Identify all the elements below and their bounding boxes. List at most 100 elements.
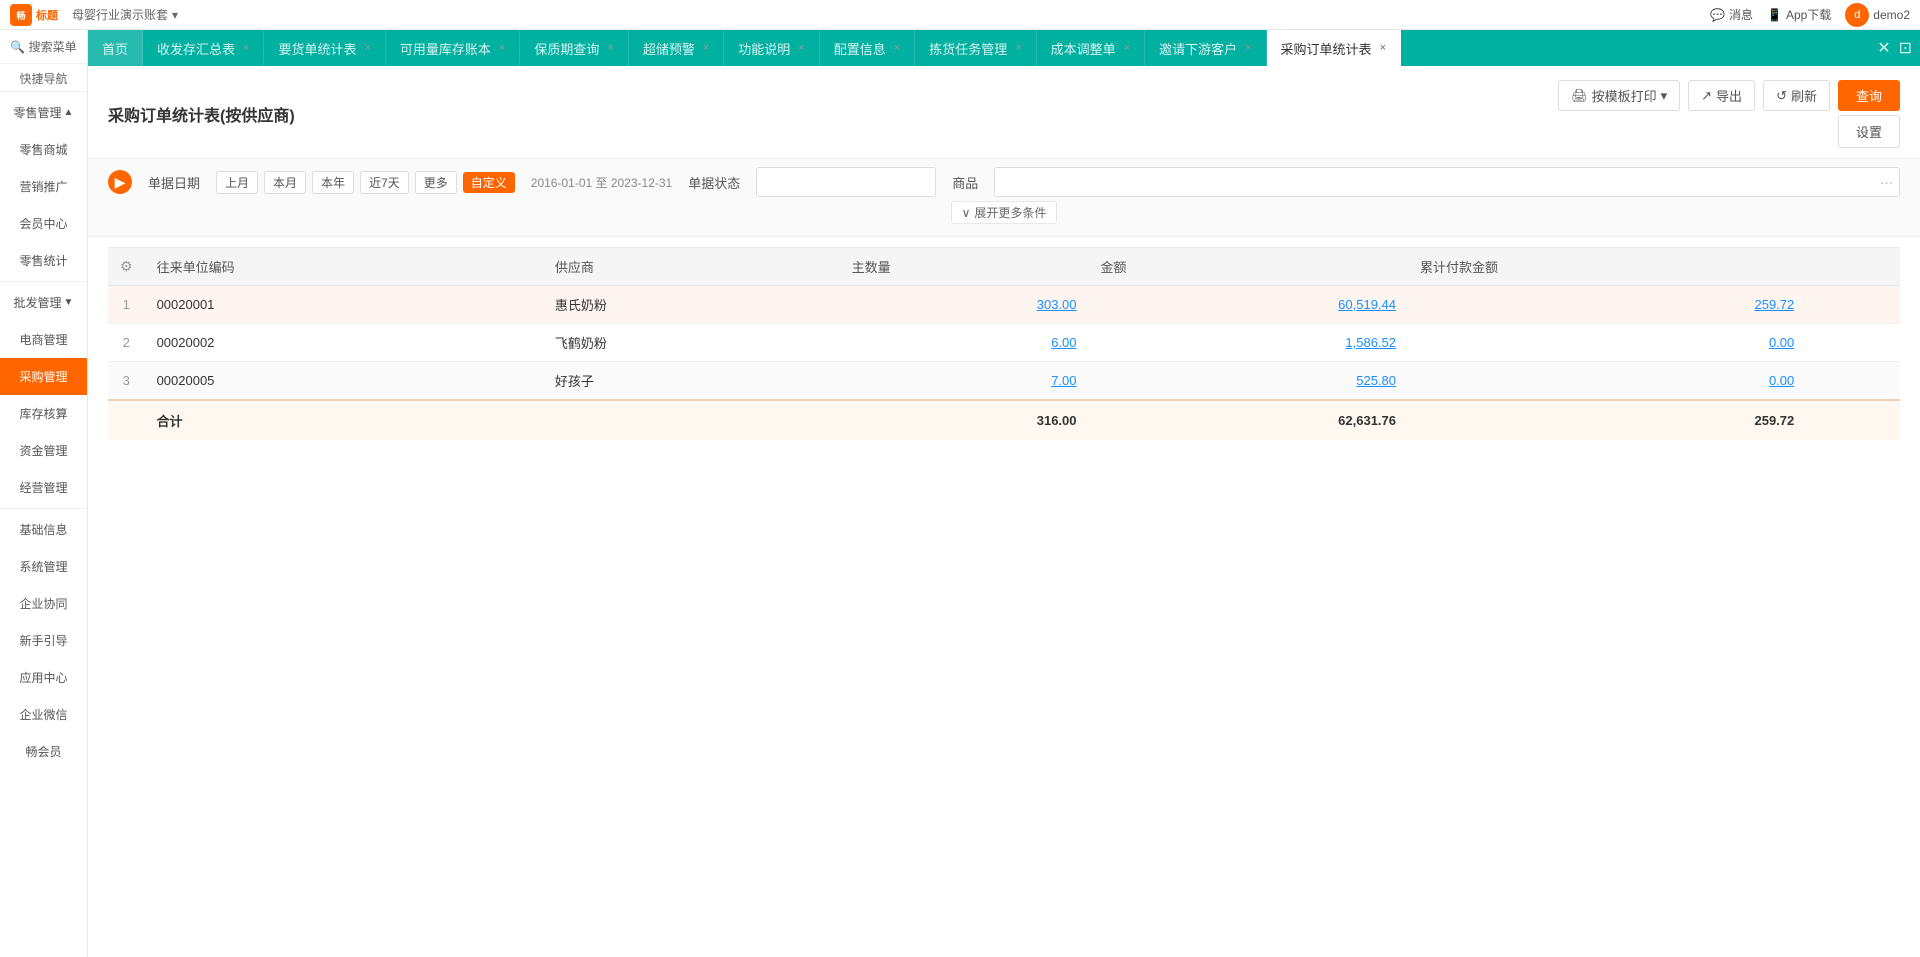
table-footer-row: 合计 316.00 62,631.76 259.72 — [108, 400, 1900, 440]
sidebar-item-member[interactable]: 会员中心 — [0, 205, 87, 242]
close-icon[interactable]: × — [703, 42, 709, 54]
close-icon[interactable]: × — [1380, 42, 1386, 54]
refresh-button[interactable]: ↺ 刷新 — [1763, 80, 1830, 111]
workspace-selector[interactable]: 母婴行业演示账套 ▾ — [66, 4, 184, 25]
sidebar-item-purchase[interactable]: 采购管理 — [0, 358, 87, 395]
sidebar-item-retail-stats[interactable]: 零售统计 — [0, 242, 87, 279]
row-amount[interactable]: 1,586.52 — [1089, 324, 1409, 362]
sidebar-item-promo[interactable]: 营销推广 — [0, 168, 87, 205]
tab-peizhi[interactable]: 配置信息 × — [820, 30, 915, 66]
sidebar-item-apps[interactable]: 应用中心 — [0, 659, 87, 696]
app-icon: 📱 — [1767, 8, 1782, 22]
export-button[interactable]: ↗ 导出 — [1688, 80, 1755, 111]
status-filter-input[interactable]: ▾ — [756, 167, 936, 197]
sidebar-divider — [0, 91, 87, 92]
sidebar-item-retail[interactable]: 零售管理 ▲ — [0, 94, 87, 131]
tab-gongneng[interactable]: 功能说明 × — [724, 30, 819, 66]
date-btn-this-month[interactable]: 本月 — [264, 171, 306, 194]
close-icon[interactable]: × — [1015, 42, 1021, 54]
row-qty[interactable]: 7.00 — [840, 362, 1089, 401]
tab-yaoqing[interactable]: 邀请下游客户 × — [1145, 30, 1266, 66]
refresh-icon: ↺ — [1776, 88, 1787, 104]
sidebar-item-finance[interactable]: 资金管理 — [0, 432, 87, 469]
tab-shoufahuiz[interactable]: 收发存汇总表 × — [143, 30, 264, 66]
sidebar-item-wechat[interactable]: 企业微信 — [0, 696, 87, 733]
close-icon[interactable]: × — [364, 42, 370, 54]
expand-conditions-button[interactable]: ∨ 展开更多条件 — [951, 201, 1058, 224]
sidebar-item-inventory[interactable]: 库存核算 — [0, 395, 87, 432]
date-btn-this-year[interactable]: 本年 — [312, 171, 354, 194]
row-supplier: 好孩子 — [543, 362, 840, 401]
date-btn-7days[interactable]: 近7天 — [360, 171, 409, 194]
app-download-button[interactable]: 📱 App下载 — [1767, 6, 1831, 23]
sidebar-item-label: 库存核算 — [19, 405, 67, 422]
row-amount[interactable]: 60,519.44 — [1089, 286, 1409, 324]
close-icon[interactable]: × — [1245, 42, 1251, 54]
close-icon[interactable]: × — [243, 42, 249, 54]
goods-more-icon[interactable]: ··· — [1874, 175, 1899, 190]
tab-chengben[interactable]: 成本调整单 × — [1037, 30, 1145, 66]
sidebar-item-basic[interactable]: 基础信息 — [0, 511, 87, 548]
date-btn-more[interactable]: 更多 — [415, 171, 457, 194]
goods-filter-input[interactable]: ··· — [994, 167, 1900, 197]
sidebar-item-newbie[interactable]: 新手引导 — [0, 622, 87, 659]
settings-button[interactable]: 设置 — [1838, 115, 1900, 148]
sidebar-item-ecommerce[interactable]: 电商管理 — [0, 321, 87, 358]
close-icon[interactable]: × — [499, 42, 505, 54]
row-paid[interactable]: 259.72 — [1408, 286, 1806, 324]
close-icon[interactable]: × — [1124, 42, 1130, 54]
date-range: 2016-01-01 至 2023-12-31 — [531, 174, 672, 191]
template-print-button[interactable]: 🖨 按模板打印 ▾ — [1558, 80, 1680, 111]
tab-zhenhuo[interactable]: 拣货任务管理 × — [915, 30, 1036, 66]
row-paid[interactable]: 0.00 — [1408, 324, 1806, 362]
tab-label: 拣货任务管理 — [929, 39, 1007, 58]
table-container: ⚙ 往来单位编码 供应商 主数量 金额 累计付款金额 1 00020001 惠氏… — [88, 247, 1920, 460]
search-icon: 🔍 — [10, 40, 25, 54]
close-icon[interactable]: × — [607, 42, 613, 54]
tab-label: 超储预警 — [643, 39, 695, 58]
logo-area: 畅 标题 — [10, 4, 58, 26]
tab-caigoudan[interactable]: 采购订单统计表 × — [1267, 30, 1401, 66]
row-paid[interactable]: 0.00 — [1408, 362, 1806, 401]
col-settings[interactable]: ⚙ — [108, 248, 145, 286]
logo-icon: 畅 — [10, 4, 32, 26]
sidebar-item-operations[interactable]: 经营管理 — [0, 469, 87, 506]
sidebar-nav-label[interactable]: 快捷导航 — [0, 64, 87, 89]
username: demo2 — [1873, 8, 1910, 22]
filter-toggle-button[interactable]: ▶ — [108, 170, 132, 194]
message-button[interactable]: 💬 消息 — [1710, 6, 1753, 23]
sidebar-search[interactable]: 🔍 搜索菜单 — [0, 30, 87, 64]
footer-qty: 316.00 — [840, 400, 1089, 440]
tab-home[interactable]: 首页 — [88, 30, 143, 66]
sidebar-item-vip[interactable]: 畅会员 — [0, 733, 87, 770]
goods-input[interactable] — [995, 168, 1874, 196]
dropdown-chevron-icon: ▾ — [1661, 88, 1668, 104]
sidebar-item-wholesale[interactable]: 批发管理 ▼ — [0, 284, 87, 321]
date-btn-last-month[interactable]: 上月 — [216, 171, 258, 194]
tab-baoyuanqi[interactable]: 保质期查询 × — [520, 30, 628, 66]
tab-chaochuyujin[interactable]: 超储预警 × — [629, 30, 724, 66]
sidebar-item-enterprise[interactable]: 企业协同 — [0, 585, 87, 622]
close-icon[interactable]: × — [798, 42, 804, 54]
user-profile[interactable]: d demo2 — [1845, 3, 1910, 27]
sidebar-item-label: 经营管理 — [19, 479, 67, 496]
sidebar-item-label: 批发管理 — [14, 294, 62, 311]
date-badge-custom[interactable]: 自定义 — [463, 172, 515, 193]
footer-empty3 — [1806, 400, 1900, 440]
footer-paid: 259.72 — [1408, 400, 1806, 440]
sidebar-item-mall[interactable]: 零售商城 — [0, 131, 87, 168]
close-window-icon[interactable]: ✕ — [1877, 38, 1890, 58]
sidebar-item-system[interactable]: 系统管理 — [0, 548, 87, 585]
close-icon[interactable]: × — [894, 42, 900, 54]
column-settings-icon[interactable]: ⚙ — [120, 258, 133, 274]
row-qty[interactable]: 303.00 — [840, 286, 1089, 324]
row-qty[interactable]: 6.00 — [840, 324, 1089, 362]
expand-window-icon[interactable]: ⊡ — [1899, 38, 1912, 58]
page-actions: 🖨 按模板打印 ▾ ↗ 导出 ↺ 刷新 — [1558, 80, 1830, 111]
sidebar-item-label: 新手引导 — [19, 632, 67, 649]
status-input[interactable] — [757, 168, 936, 196]
query-button[interactable]: 查询 — [1838, 80, 1900, 111]
row-amount[interactable]: 525.80 — [1089, 362, 1409, 401]
tab-yaohuodan[interactable]: 要货单统计表 × — [264, 30, 385, 66]
tab-keyongliang[interactable]: 可用量库存账本 × — [386, 30, 520, 66]
